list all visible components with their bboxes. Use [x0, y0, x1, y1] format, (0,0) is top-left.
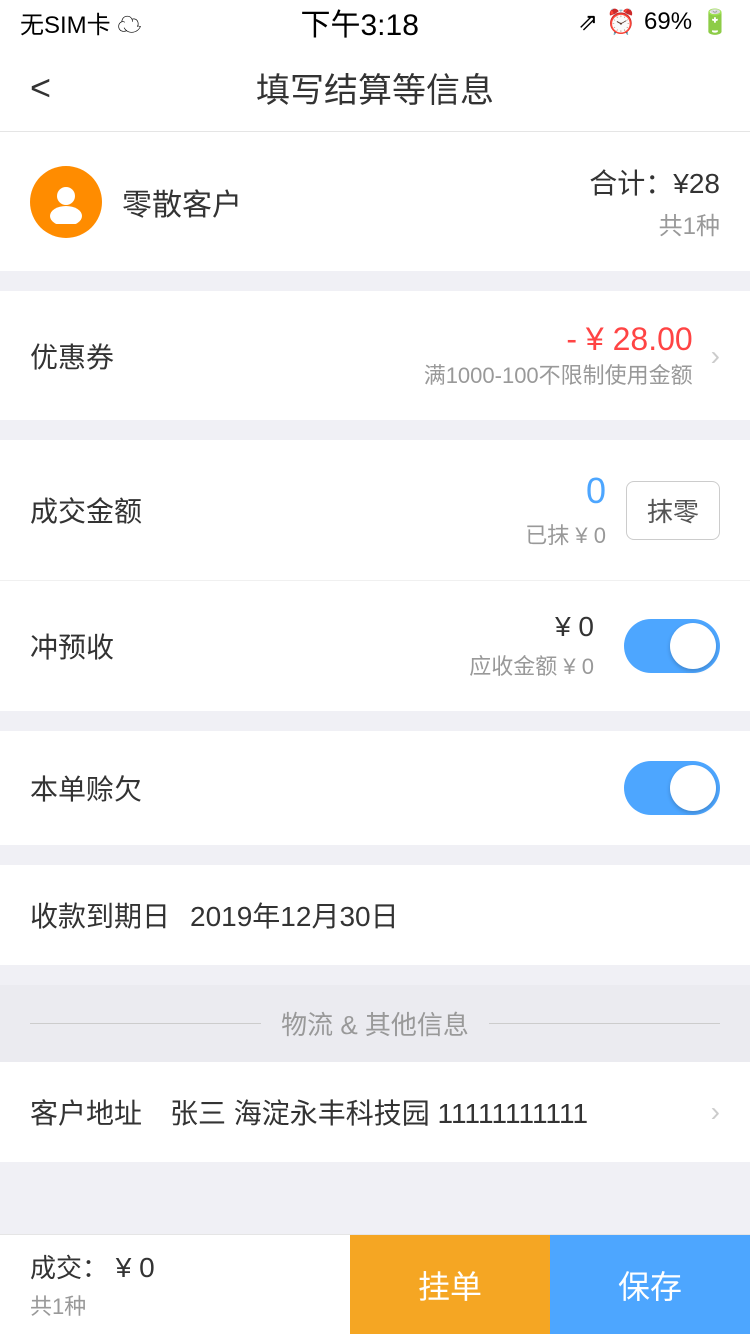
main-content: 零散客户 合计：¥28 共1种 优惠券 - ¥ 28.00 满1000-100不…: [0, 132, 750, 1272]
debt-toggle-knob: [670, 765, 716, 811]
customer-left: 零散客户: [30, 166, 242, 238]
bottom-bar: 成交： ¥ 0 共1种 挂单 保存: [0, 1234, 750, 1334]
debt-toggle[interactable]: [624, 761, 720, 815]
trade-amount-row: 成交金额 0 已抹 ¥ 0 抹零: [0, 440, 750, 581]
prereceive-right: ¥ 0 应收金额 ¥ 0: [469, 611, 720, 681]
customer-count: 共1种: [589, 206, 720, 241]
trade-amount-right: 0 已抹 ¥ 0 抹零: [525, 470, 720, 550]
trade-amount-label: 成交金额: [30, 490, 142, 530]
bottom-trade-line: 成交： ¥ 0: [30, 1248, 320, 1285]
address-section[interactable]: 客户地址 张三 海淀永丰科技园 11111111111 ›: [0, 1062, 750, 1162]
duedate-value: 2019年12月30日: [190, 895, 399, 935]
prereceive-main: ¥ 0: [555, 611, 594, 643]
bottom-count: 共1种: [30, 1289, 320, 1321]
coupon-row[interactable]: 优惠券 - ¥ 28.00 满1000-100不限制使用金额 ›: [0, 291, 750, 420]
toggle-knob: [670, 623, 716, 669]
trade-amount-value: 0: [586, 470, 606, 512]
duedate-section: 收款到期日 2019年12月30日: [0, 865, 750, 965]
hold-button-label: 挂单: [418, 1262, 482, 1308]
amount-deducted: 已抹 ¥ 0: [525, 518, 606, 550]
location-icon: ⇗: [578, 8, 598, 37]
coupon-amount: - ¥ 28.00: [566, 321, 692, 358]
address-label: 客户地址: [30, 1092, 150, 1132]
logistics-line-left: [30, 1023, 261, 1024]
bottom-info: 成交： ¥ 0 共1种: [0, 1248, 350, 1321]
user-icon: [44, 180, 88, 224]
customer-avatar: [30, 166, 102, 238]
coupon-right: - ¥ 28.00 满1000-100不限制使用金额 ›: [424, 321, 720, 390]
bottom-trade-label: 成交：: [30, 1253, 108, 1283]
amount-values: 0 已抹 ¥ 0: [525, 470, 606, 550]
status-right: ⇗ ⏰ 69% 🔋: [578, 8, 730, 37]
logistics-line-right: [489, 1023, 720, 1024]
coupon-values: - ¥ 28.00 满1000-100不限制使用金额: [424, 321, 693, 390]
status-left: 无SIM卡 ☁: [20, 5, 141, 40]
logistics-section: 物流 & 其他信息: [0, 985, 750, 1062]
duedate-label: 收款到期日: [30, 895, 170, 935]
status-bar: 无SIM卡 ☁ 下午3:18 ⇗ ⏰ 69% 🔋: [0, 0, 750, 44]
customer-total: 合计：¥28: [589, 162, 720, 202]
debt-label: 本单赊欠: [30, 768, 142, 808]
save-button[interactable]: 保存: [550, 1235, 750, 1334]
coupon-label: 优惠券: [30, 336, 150, 376]
address-value: 张三 海淀永丰科技园 11111111111: [170, 1092, 691, 1132]
coupon-section: 优惠券 - ¥ 28.00 满1000-100不限制使用金额 ›: [0, 291, 750, 420]
battery-icon: 🔋: [700, 8, 730, 37]
logistics-text: 物流 & 其他信息: [281, 1005, 469, 1042]
debt-section: 本单赊欠: [0, 731, 750, 845]
bottom-trade-amount: ¥ 0: [116, 1252, 155, 1283]
save-button-label: 保存: [618, 1262, 682, 1308]
back-button[interactable]: <: [30, 67, 51, 109]
round-button[interactable]: 抹零: [626, 481, 720, 540]
customer-name: 零散客户: [122, 180, 242, 224]
prereceive-label: 冲预收: [30, 626, 114, 666]
prereceive-amounts: ¥ 0 应收金额 ¥ 0: [469, 611, 594, 681]
amount-section: 成交金额 0 已抹 ¥ 0 抹零 冲预收 ¥ 0 应收金额 ¥ 0: [0, 440, 750, 711]
customer-section: 零散客户 合计：¥28 共1种: [0, 132, 750, 271]
prereceive-row: 冲预收 ¥ 0 应收金额 ¥ 0: [0, 581, 750, 711]
alarm-icon: ⏰: [606, 8, 636, 37]
address-chevron-icon: ›: [711, 1096, 720, 1128]
status-time: 下午3:18: [301, 0, 419, 44]
customer-right: 合计：¥28 共1种: [589, 162, 720, 241]
nav-bar: < 填写结算等信息: [0, 44, 750, 132]
page-title: 填写结算等信息: [256, 63, 494, 112]
chevron-right-icon: ›: [711, 340, 720, 372]
prereceive-sub: 应收金额 ¥ 0: [469, 649, 594, 681]
hold-button[interactable]: 挂单: [350, 1235, 550, 1334]
coupon-desc: 满1000-100不限制使用金额: [424, 358, 693, 390]
prereceive-toggle[interactable]: [624, 619, 720, 673]
battery-label: 69%: [644, 8, 692, 36]
sim-label: 无SIM卡 ☁: [20, 5, 141, 40]
